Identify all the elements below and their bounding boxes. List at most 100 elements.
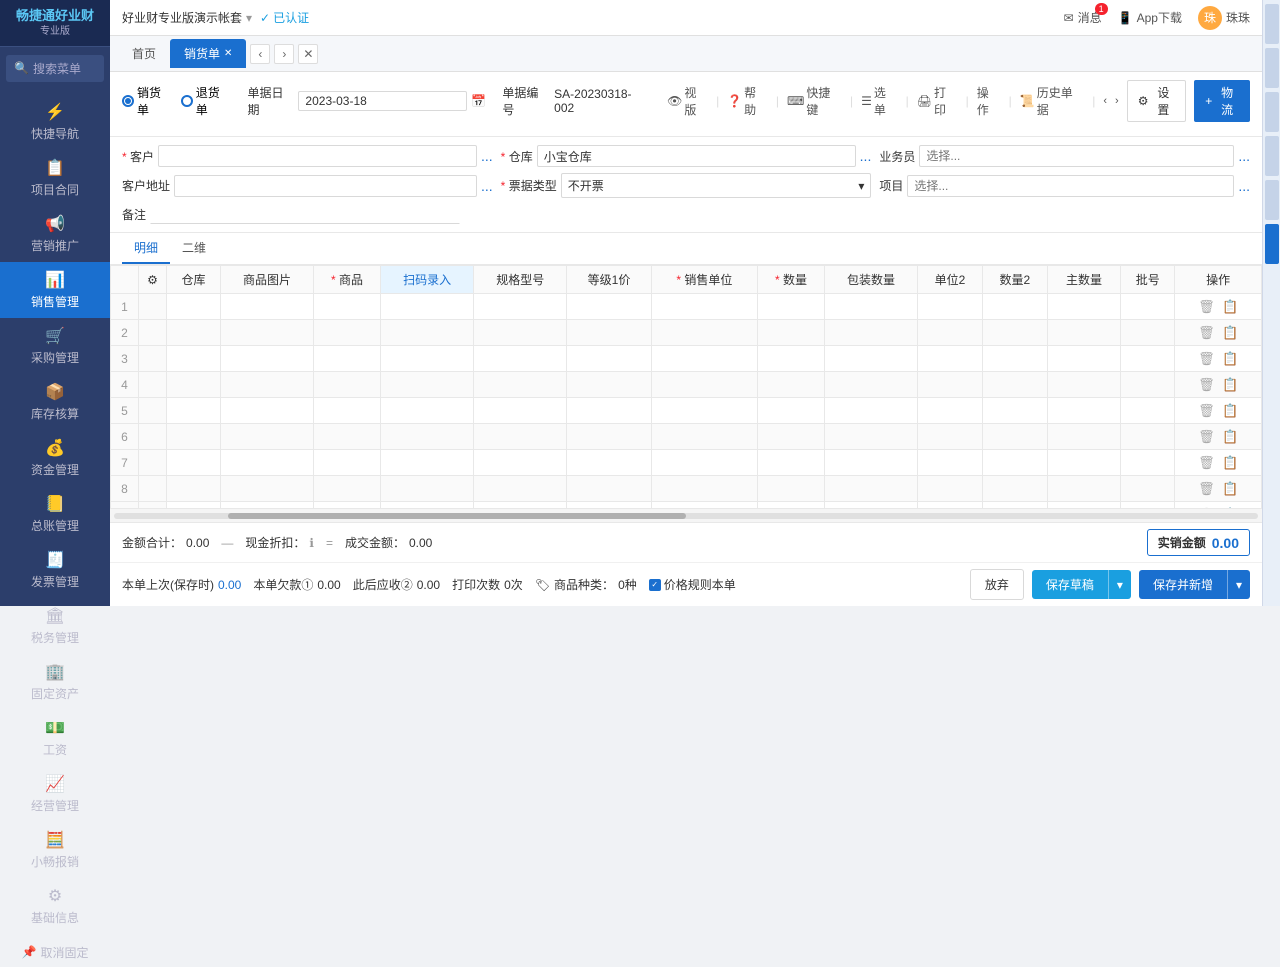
cell-unit2[interactable]: [918, 398, 983, 424]
invoice-select[interactable]: 不开票 ▾: [561, 173, 872, 198]
tab-detail[interactable]: 明细: [122, 233, 170, 264]
cell-warehouse[interactable]: [167, 476, 221, 502]
cell-spec[interactable]: [474, 450, 567, 476]
price-rule-checkbox[interactable]: ✓ 价格规则本单: [649, 576, 736, 593]
cell-product[interactable]: [314, 424, 381, 450]
cell-image[interactable]: [220, 424, 313, 450]
help-btn[interactable]: ❓ 帮助: [727, 84, 768, 118]
sidebar-item-base[interactable]: ⚙ 基础信息: [0, 878, 110, 934]
tab-close-button[interactable]: ✕: [224, 48, 232, 59]
project-input[interactable]: [907, 175, 1234, 197]
cell-product[interactable]: [314, 398, 381, 424]
note-input[interactable]: [150, 204, 460, 224]
cell-qty[interactable]: [757, 476, 824, 502]
cell-unit2[interactable]: [918, 320, 983, 346]
cell-pkg-qty[interactable]: [824, 320, 917, 346]
sidebar-item-ledger[interactable]: 📒 总账管理: [0, 486, 110, 542]
row-copy-btn[interactable]: 📋: [1222, 455, 1238, 470]
row-copy-btn[interactable]: 📋: [1222, 507, 1238, 509]
sidebar-item-payroll[interactable]: 💵 工资: [0, 710, 110, 766]
cell-image[interactable]: [220, 502, 313, 509]
shortcut-btn[interactable]: ⌨ 快捷键: [787, 84, 842, 118]
cell-qty2[interactable]: [982, 372, 1047, 398]
tab-next-button[interactable]: ›: [274, 44, 294, 64]
warehouse-input[interactable]: [537, 145, 856, 167]
message-button[interactable]: ✉ 1 消息: [1064, 9, 1102, 26]
address-input[interactable]: [174, 175, 477, 197]
cell-spec[interactable]: [474, 346, 567, 372]
cell-scan[interactable]: [381, 502, 474, 509]
date-input[interactable]: [298, 91, 467, 111]
cell-pkg-qty[interactable]: [824, 294, 917, 320]
cell-pkg-qty[interactable]: [824, 476, 917, 502]
customer-picker-btn[interactable]: ...: [481, 148, 493, 164]
view-btn[interactable]: 👁 视版: [667, 84, 708, 118]
cell-scan[interactable]: [381, 398, 474, 424]
cell-image[interactable]: [220, 476, 313, 502]
cell-batch[interactable]: [1121, 502, 1175, 509]
next-record-btn[interactable]: ›: [1115, 95, 1119, 107]
cell-spec[interactable]: [474, 476, 567, 502]
cell-unit[interactable]: [651, 476, 757, 502]
cell-unit2[interactable]: [918, 450, 983, 476]
cell-image[interactable]: [220, 320, 313, 346]
cell-unit[interactable]: [651, 372, 757, 398]
row-copy-btn[interactable]: 📋: [1222, 325, 1238, 340]
cell-qty2[interactable]: [982, 320, 1047, 346]
rp-btn-3[interactable]: [1265, 92, 1279, 132]
save-draft-arrow-button[interactable]: ▾: [1108, 570, 1131, 599]
row-delete-btn[interactable]: 🗑: [1198, 299, 1215, 314]
cell-price1[interactable]: [567, 294, 651, 320]
cell-scan[interactable]: [381, 424, 474, 450]
cell-qty[interactable]: [757, 372, 824, 398]
cell-qty2[interactable]: [982, 450, 1047, 476]
tab-home[interactable]: 首页: [118, 39, 170, 68]
cell-spec[interactable]: [474, 398, 567, 424]
sidebar-item-purchase[interactable]: 🛒 采购管理: [0, 318, 110, 374]
cell-qty[interactable]: [757, 502, 824, 509]
cell-price1[interactable]: [567, 450, 651, 476]
cell-main-qty[interactable]: [1047, 424, 1121, 450]
cell-scan[interactable]: [381, 476, 474, 502]
cell-qty[interactable]: [757, 398, 824, 424]
cell-product[interactable]: [314, 294, 381, 320]
cell-spec[interactable]: [474, 372, 567, 398]
sidebar-item-management[interactable]: 📈 经营管理: [0, 766, 110, 822]
cell-unit[interactable]: [651, 424, 757, 450]
cell-main-qty[interactable]: [1047, 450, 1121, 476]
cell-unit2[interactable]: [918, 502, 983, 509]
history-btn[interactable]: 📜 历史单据: [1020, 84, 1085, 118]
company-selector[interactable]: 好业财专业版演示帐套 ▾: [122, 9, 252, 26]
rp-btn-1[interactable]: [1265, 4, 1279, 44]
warehouse-picker-btn[interactable]: ...: [860, 148, 872, 164]
cell-image[interactable]: [220, 294, 313, 320]
tab-prev-button[interactable]: ‹: [250, 44, 270, 64]
cell-batch[interactable]: [1121, 372, 1175, 398]
cell-product[interactable]: [314, 502, 381, 509]
prev-record-btn[interactable]: ‹: [1103, 95, 1107, 107]
cell-price1[interactable]: [567, 502, 651, 509]
cell-product[interactable]: [314, 346, 381, 372]
cell-qty2[interactable]: [982, 346, 1047, 372]
row-copy-btn[interactable]: 📋: [1222, 429, 1238, 444]
settings-button[interactable]: ⚙ 设置: [1127, 80, 1187, 122]
cell-price1[interactable]: [567, 372, 651, 398]
row-copy-btn[interactable]: 📋: [1222, 481, 1238, 496]
app-download-button[interactable]: 📱 App下载: [1118, 9, 1182, 26]
cell-batch[interactable]: [1121, 320, 1175, 346]
cell-unit[interactable]: [651, 502, 757, 509]
cell-spec[interactable]: [474, 424, 567, 450]
sidebar-item-expense[interactable]: 🧮 小畅报销: [0, 822, 110, 878]
stock-button[interactable]: + 物流: [1194, 80, 1250, 122]
project-picker-btn[interactable]: ...: [1238, 178, 1250, 194]
cell-price1[interactable]: [567, 346, 651, 372]
cell-image[interactable]: [220, 398, 313, 424]
cell-scan[interactable]: [381, 320, 474, 346]
tab-close-all-button[interactable]: ✕: [298, 44, 318, 64]
sidebar-item-sales[interactable]: 📊 销售管理: [0, 262, 110, 318]
sidebar-item-quick-nav[interactable]: ⚡ 快捷导航: [0, 94, 110, 150]
cell-batch[interactable]: [1121, 424, 1175, 450]
customer-input[interactable]: [158, 145, 477, 167]
sidebar-item-tax[interactable]: 🏛 税务管理: [0, 598, 110, 654]
cell-scan[interactable]: [381, 372, 474, 398]
